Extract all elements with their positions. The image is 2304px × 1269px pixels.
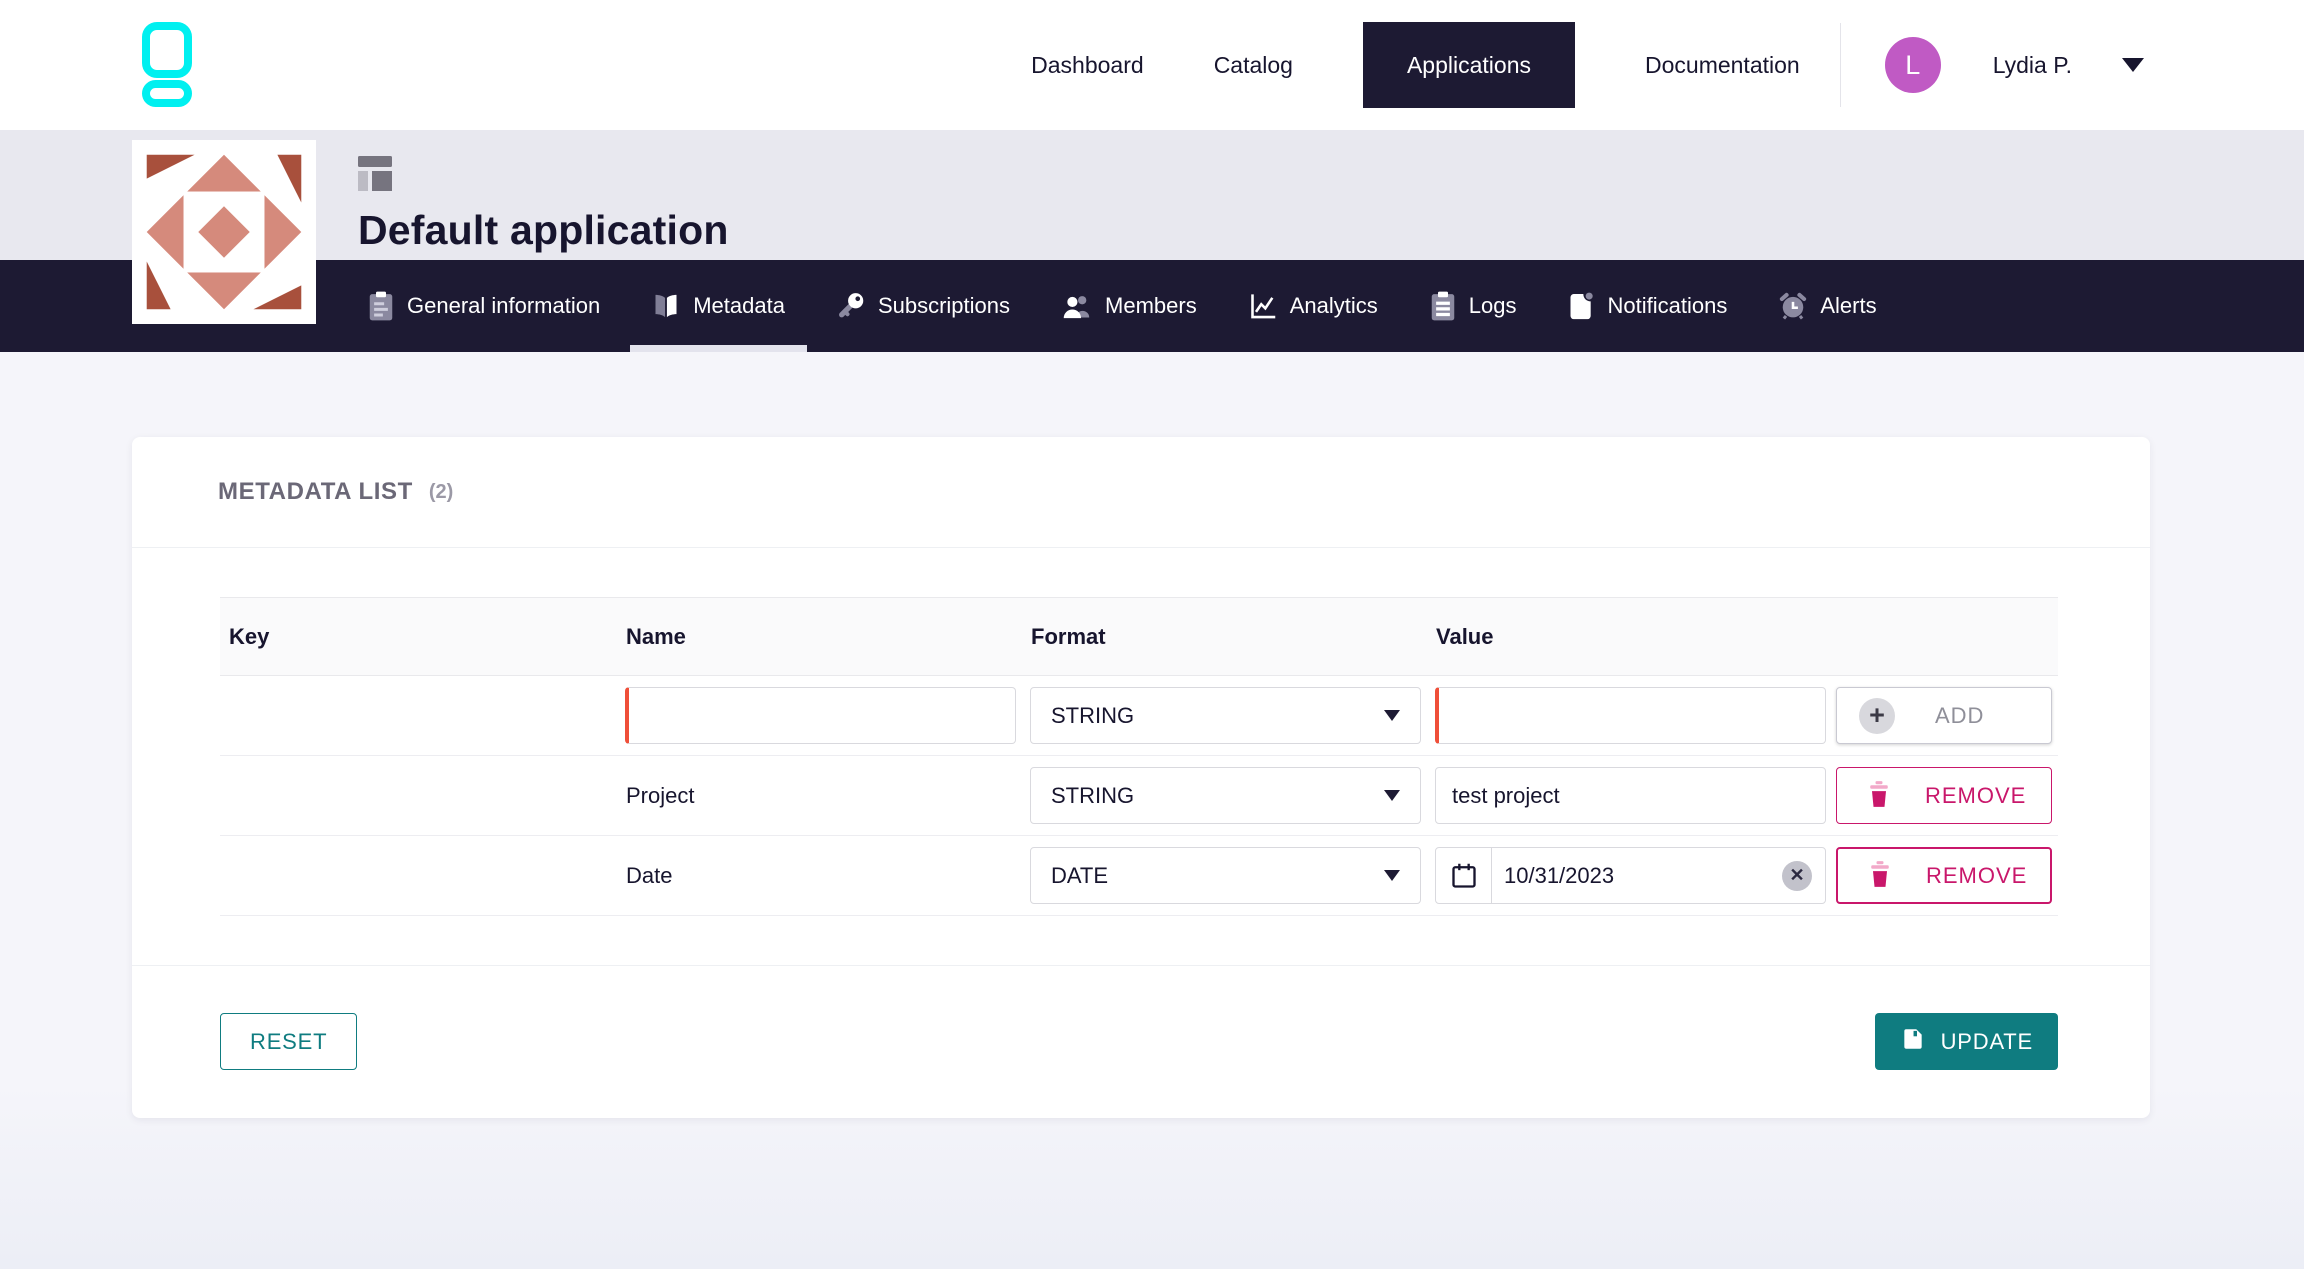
name-cell: Date [617,863,1022,889]
tab-subscriptions[interactable]: Subscriptions [815,260,1032,352]
main-content: METADATA LIST (2) Key Name Format Value [0,352,2304,1269]
metadata-row-new: STRING + ADD [220,676,2058,756]
nav-item-dashboard[interactable]: Dashboard [1031,52,1144,79]
title-block: Default application [358,156,729,254]
selected-format: STRING [1051,703,1134,729]
update-button-label: UPDATE [1941,1029,2033,1055]
tab-general-information[interactable]: General information [346,260,622,352]
user-menu[interactable]: L Lydia P. [1841,37,2144,93]
avatar[interactable]: L [1885,37,1941,93]
plus-icon: + [1859,698,1895,734]
tab-label: Members [1105,293,1197,319]
tab-label: Notifications [1607,293,1727,319]
tab-alerts[interactable]: Alerts [1757,260,1898,352]
metadata-row-date: Date DATE [220,836,2058,916]
line-chart-icon [1249,292,1277,320]
chevron-down-icon [1384,710,1400,721]
tab-label: Subscriptions [878,293,1010,319]
tab-logs[interactable]: Logs [1408,260,1539,352]
application-layout-icon [358,156,729,197]
remove-button[interactable]: REMOVE [1836,847,2052,904]
tab-label: Alerts [1820,293,1876,319]
nav-item-catalog[interactable]: Catalog [1214,52,1293,79]
remove-button-label: REMOVE [1925,783,2026,809]
metadata-row-project: Project STRING [220,756,2058,836]
reset-button[interactable]: RESET [220,1013,357,1070]
metadata-card-header: METADATA LIST (2) [132,437,2150,548]
form-actions: RESET UPDATE [220,1013,2058,1070]
caret-down-icon[interactable] [2122,58,2144,72]
top-nav-bar: Dashboard Catalog Applications Documenta… [0,0,2304,130]
selected-format: DATE [1051,863,1108,889]
add-button[interactable]: + ADD [1836,687,2052,744]
chevron-down-icon [1384,790,1400,801]
nav-item-applications[interactable]: Applications [1363,22,1575,108]
calendar-icon[interactable] [1436,848,1492,903]
card-divider [132,965,2150,966]
user-name: Lydia P. [1993,52,2072,79]
new-name-input[interactable] [625,687,1016,744]
tab-label: Logs [1469,293,1517,319]
tab-metadata[interactable]: Metadata [630,260,807,352]
nav-item-documentation[interactable]: Documentation [1645,52,1800,79]
key-icon [837,292,865,320]
open-book-icon [652,293,680,319]
page-title: Default application [358,207,729,254]
trash-icon [1867,780,1891,811]
column-header-format: Format [1022,624,1427,650]
format-select[interactable]: STRING [1030,767,1421,824]
clipboard-icon [368,291,394,321]
chevron-down-icon [1384,870,1400,881]
remove-button-label: REMOVE [1926,863,2027,889]
format-select[interactable]: DATE [1030,847,1421,904]
tab-label: General information [407,293,600,319]
notifications-page-icon [1568,292,1594,320]
metadata-count-badge: (2) [429,481,453,504]
update-button[interactable]: UPDATE [1875,1013,2058,1070]
alarm-clock-icon [1779,292,1807,320]
trash-icon [1868,860,1892,891]
date-value-input[interactable] [1492,863,1782,889]
primary-nav: Dashboard Catalog Applications Documenta… [1031,22,1800,108]
application-picture [132,140,316,324]
name-cell: Project [617,783,1022,809]
application-identicon [132,140,316,324]
tab-analytics[interactable]: Analytics [1227,260,1400,352]
metadata-card: METADATA LIST (2) Key Name Format Value [132,437,2150,1118]
clear-x-icon[interactable]: ✕ [1782,861,1812,891]
tab-label: Analytics [1290,293,1378,319]
new-format-select[interactable]: STRING [1030,687,1421,744]
add-button-label: ADD [1935,703,1984,729]
new-value-input[interactable] [1435,687,1826,744]
tab-label: Metadata [693,293,785,319]
gravitee-logo-icon[interactable] [141,22,193,108]
members-icon [1062,293,1092,319]
remove-button[interactable]: REMOVE [1836,767,2052,824]
save-icon [1900,1026,1926,1058]
column-header-key: Key [220,624,617,650]
selected-format: STRING [1051,783,1134,809]
table-header-row: Key Name Format Value [220,597,2058,676]
date-input-group: ✕ [1435,847,1826,904]
metadata-table: Key Name Format Value STRING [220,597,2058,916]
app-tab-bar: General information Metadata Subscriptio… [0,260,2304,352]
column-header-value: Value [1427,624,1832,650]
tab-members[interactable]: Members [1040,260,1219,352]
tab-notifications[interactable]: Notifications [1546,260,1749,352]
value-input[interactable] [1435,767,1826,824]
logs-clipboard-icon [1430,291,1456,321]
column-header-name: Name [617,624,1022,650]
app-header-band: Default application [0,130,2304,260]
section-title: METADATA LIST [218,478,413,506]
